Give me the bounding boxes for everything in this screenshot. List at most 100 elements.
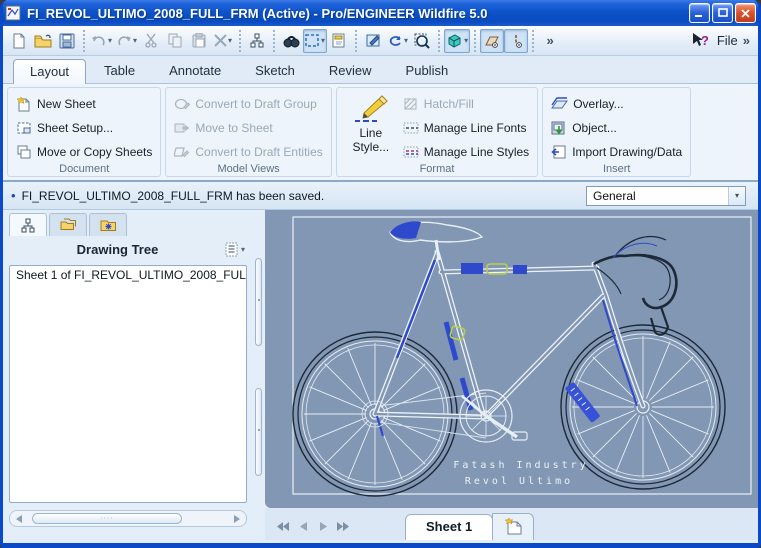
graphics-canvas[interactable]: Fatash Industry Revol Ultimo — [265, 210, 758, 508]
view-filter-value: General — [593, 188, 636, 203]
sheet-tab-active[interactable]: Sheet 1 — [405, 514, 494, 540]
drawing-tree[interactable]: Sheet 1 of FI_REVOL_ULTIMO_2008_FULL — [9, 265, 247, 503]
model-tree-toggle-button[interactable] — [245, 29, 269, 53]
bicycle-drawing: Fatash Industry Revol Ultimo — [292, 216, 752, 497]
manage-line-styles-button[interactable]: Manage Line Styles — [403, 140, 529, 164]
group-caption-document: Document — [59, 163, 110, 175]
select-caret[interactable]: ▾ — [321, 36, 325, 45]
overlay-button[interactable]: Overlay... — [551, 92, 682, 116]
sheet-setup-button[interactable]: Sheet Setup... — [16, 116, 152, 140]
context-help-button[interactable]: ? — [688, 29, 712, 53]
scrollbar-thumb[interactable]: ···· — [32, 513, 182, 524]
undo-button[interactable]: ▾ — [89, 29, 114, 53]
copy-button[interactable] — [163, 29, 187, 53]
move-copy-sheets-button[interactable]: Move or Copy Sheets — [16, 140, 152, 164]
close-button[interactable] — [735, 3, 756, 23]
toolbar-separator — [355, 29, 358, 52]
svg-text:?: ? — [701, 33, 708, 48]
group-caption-format: Format — [419, 163, 455, 175]
paste-button[interactable] — [187, 29, 211, 53]
display-style-caret[interactable]: ▾ — [464, 36, 468, 45]
new-sheet-button[interactable]: New Sheet — [16, 92, 152, 116]
datum-planes-toggle[interactable] — [480, 28, 505, 53]
panel-splitter[interactable] — [253, 210, 265, 540]
toolbar-separator — [532, 29, 535, 52]
last-sheet-button[interactable] — [333, 515, 353, 537]
minimize-button[interactable] — [689, 3, 710, 23]
combobox-dropdown-icon[interactable]: ▾ — [728, 186, 745, 205]
new-file-button[interactable] — [7, 29, 31, 53]
tab-table[interactable]: Table — [88, 59, 151, 83]
tab-annotate[interactable]: Annotate — [153, 59, 237, 83]
brand-text-line2: Revol Ultimo — [465, 476, 573, 487]
find-button[interactable] — [279, 29, 303, 53]
redo-caret[interactable]: ▾ — [133, 36, 137, 45]
manage-line-fonts-button[interactable]: Manage Line Fonts — [403, 116, 529, 140]
toolbar-separator — [239, 29, 242, 52]
previous-sheet-button[interactable] — [293, 515, 313, 537]
open-file-button[interactable] — [31, 29, 55, 53]
new-sheet-label: New Sheet — [37, 97, 96, 111]
delete-button[interactable]: ▾ — [211, 29, 235, 53]
scroll-left-icon[interactable] — [12, 514, 26, 523]
refresh-caret[interactable]: ▾ — [404, 36, 408, 45]
tree-horizontal-scrollbar[interactable]: ···· — [9, 510, 247, 527]
line-style-button[interactable]: Line Style... — [345, 92, 397, 164]
hatch-fill-button[interactable]: Hatch/Fill — [403, 92, 529, 116]
splitter-handle-lower[interactable] — [255, 388, 262, 476]
file-menu-area: ? File » — [688, 29, 754, 53]
tab-model-tree[interactable] — [9, 213, 47, 236]
title-bar[interactable]: FI_REVOL_ULTIMO_2008_FULL_FRM (Active) -… — [3, 0, 758, 26]
move-copy-sheets-label: Move or Copy Sheets — [37, 145, 153, 159]
tab-layout[interactable]: Layout — [13, 59, 87, 84]
hatch-fill-label: Hatch/Fill — [423, 97, 474, 111]
toolbar-separator — [474, 29, 477, 52]
tree-item-sheet1[interactable]: Sheet 1 of FI_REVOL_ULTIMO_2008_FULL — [10, 266, 246, 284]
splitter-handle-upper[interactable] — [255, 258, 262, 346]
convert-to-draft-entities-label: Convert to Draft Entities — [195, 145, 323, 159]
tree-settings-button[interactable]: ▾ — [224, 242, 245, 257]
convert-to-draft-entities-button[interactable]: Convert to Draft Entities — [174, 140, 323, 164]
next-sheet-button[interactable] — [313, 515, 333, 537]
selection-filter-button[interactable] — [327, 29, 351, 53]
scroll-right-icon[interactable] — [230, 514, 244, 523]
zoom-window-button[interactable] — [410, 29, 434, 53]
delete-caret[interactable]: ▾ — [228, 36, 232, 45]
ribbon-group-document: New Sheet Sheet Setup... Move or Copy Sh… — [7, 87, 162, 177]
file-menu[interactable]: File — [717, 33, 738, 48]
move-to-sheet-button[interactable]: Move to Sheet — [174, 116, 322, 140]
cut-button[interactable] — [139, 29, 163, 53]
group-caption-model-views: Model Views — [217, 163, 280, 175]
new-sheet-tab-button[interactable] — [492, 513, 535, 540]
tab-detail-tree[interactable] — [89, 213, 127, 236]
restore-button[interactable] — [712, 3, 733, 23]
file-menu-chevron[interactable]: » — [743, 33, 750, 48]
object-button[interactable]: Object... — [551, 116, 682, 140]
redo-button[interactable]: ▾ — [114, 29, 139, 53]
model-tree-icon — [21, 218, 34, 232]
select-items-button[interactable]: ▾ — [303, 28, 328, 53]
overflow-chevron: » — [546, 33, 554, 48]
bicycle-frame — [372, 249, 646, 420]
tab-review[interactable]: Review — [313, 59, 388, 83]
repaint-button[interactable] — [361, 29, 385, 53]
tab-publish[interactable]: Publish — [390, 59, 465, 83]
save-button[interactable] — [55, 29, 79, 53]
tab-sketch[interactable]: Sketch — [239, 59, 311, 83]
tab-layer-tree[interactable] — [49, 213, 87, 236]
object-label: Object... — [572, 121, 617, 135]
undo-caret[interactable]: ▾ — [108, 36, 112, 45]
toolbar-separator — [438, 29, 441, 52]
view-filter-combobox[interactable]: General ▾ — [586, 185, 746, 206]
datum-axes-toggle[interactable] — [504, 28, 529, 53]
application-window: FI_REVOL_ULTIMO_2008_FULL_FRM (Active) -… — [0, 0, 761, 548]
message-bullet-icon: • — [11, 188, 16, 203]
convert-to-draft-group-button[interactable]: Convert to Draft Group — [174, 92, 322, 116]
main-area: Drawing Tree ▾ Sheet 1 of FI_REVOL_ULTIM… — [3, 210, 758, 540]
manage-line-fonts-label: Manage Line Fonts — [423, 121, 527, 135]
refresh-button[interactable]: ▾ — [385, 29, 410, 53]
display-style-button[interactable]: ▾ — [444, 28, 471, 53]
import-drawing-data-button[interactable]: Import Drawing/Data — [551, 140, 682, 164]
first-sheet-button[interactable] — [273, 515, 293, 537]
toolbar-overflow-button[interactable]: » — [538, 29, 562, 53]
